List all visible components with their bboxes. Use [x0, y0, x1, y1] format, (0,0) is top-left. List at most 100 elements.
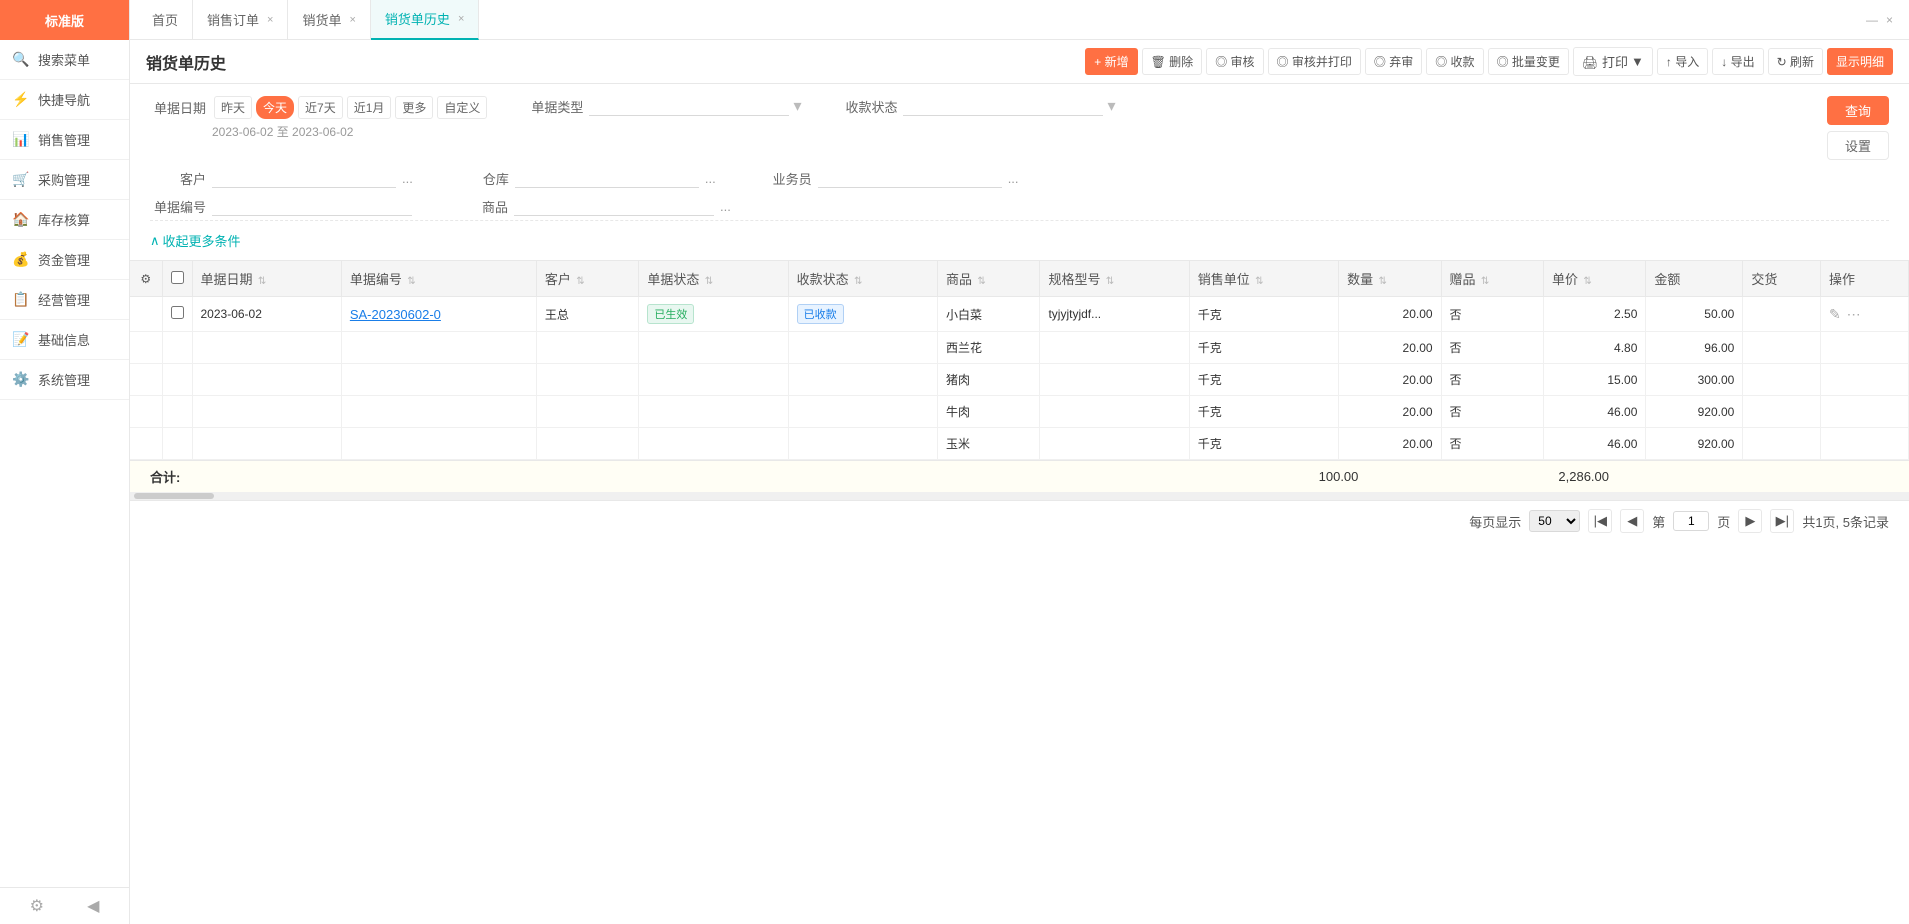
footer-label: 合计:	[150, 467, 230, 486]
table-row: 玉米 千克 20.00 否 46.00 920.00	[130, 428, 1909, 460]
date-more[interactable]: 更多	[395, 96, 433, 119]
tab-home[interactable]: 首页	[138, 0, 193, 40]
cell-check[interactable]	[162, 332, 192, 364]
goods-input[interactable]	[514, 196, 714, 216]
show-detail-button[interactable]: 显示明细	[1827, 48, 1893, 75]
add-button[interactable]: + 新增	[1085, 48, 1137, 75]
cell-date	[192, 396, 341, 428]
th-customer[interactable]: 客户 ⇅	[536, 261, 638, 297]
delete-button[interactable]: 🗑 删除	[1142, 48, 1203, 75]
cell-customer	[536, 396, 638, 428]
page-first-btn[interactable]: |◀	[1588, 509, 1612, 533]
select-all-checkbox[interactable]	[171, 271, 184, 284]
date-7days[interactable]: 近7天	[298, 96, 343, 119]
th-checkbox[interactable]	[162, 261, 192, 297]
page-label: 第	[1652, 512, 1665, 531]
th-gift[interactable]: 赠品 ⇅	[1441, 261, 1543, 297]
goods-dots[interactable]: ...	[720, 199, 731, 214]
audit-print-button[interactable]: ◎ 审核并打印	[1268, 48, 1361, 75]
cell-date: 2023-06-02	[192, 297, 341, 332]
th-sales-unit[interactable]: 销售单位 ⇅	[1189, 261, 1338, 297]
warehouse-input[interactable]	[515, 168, 699, 188]
th-doc-no[interactable]: 单据编号 ⇅	[341, 261, 536, 297]
salesperson-label: 业务员	[756, 169, 812, 188]
customer-dots[interactable]: ...	[402, 171, 413, 186]
per-page-select[interactable]: 50 100 200	[1529, 510, 1580, 532]
close-tab-sales-history[interactable]: ×	[458, 13, 464, 25]
th-goods[interactable]: 商品 ⇅	[938, 261, 1040, 297]
query-button[interactable]: 查询	[1827, 96, 1889, 125]
date-custom[interactable]: 自定义	[437, 96, 487, 119]
doc-no-link[interactable]: SA-20230602-0	[350, 307, 441, 322]
row-checkbox[interactable]	[171, 306, 184, 319]
th-quantity[interactable]: 数量 ⇅	[1339, 261, 1441, 297]
cell-unit-price: 4.80	[1543, 332, 1645, 364]
close-btn[interactable]: ×	[1886, 13, 1893, 27]
tab-sales-goods[interactable]: 销货单 ×	[288, 0, 370, 40]
cell-check[interactable]	[162, 364, 192, 396]
export-button[interactable]: ↓ 导出	[1712, 48, 1763, 75]
sidebar-item-sales-mgmt[interactable]: 📊 销售管理	[0, 120, 129, 160]
settings-button[interactable]: 设置	[1827, 131, 1889, 160]
topbar-right: — ×	[1866, 13, 1901, 27]
cell-trade	[1743, 428, 1821, 460]
salesperson-dots[interactable]: ...	[1008, 171, 1019, 186]
page-next-btn[interactable]: ▶	[1738, 509, 1762, 533]
th-spec[interactable]: 规格型号 ⇅	[1040, 261, 1189, 297]
cell-sales-unit: 千克	[1189, 364, 1338, 396]
date-yesterday[interactable]: 昨天	[214, 96, 252, 119]
sidebar-item-quick-nav[interactable]: ⚡ 快捷导航	[0, 80, 129, 120]
salesperson-input[interactable]	[818, 168, 1002, 188]
cell-check[interactable]	[162, 428, 192, 460]
batch-change-button[interactable]: ◎ 批量变更	[1488, 48, 1569, 75]
more-icon[interactable]: ⋯	[1847, 306, 1861, 323]
cell-spec	[1040, 332, 1189, 364]
customer-input[interactable]	[212, 168, 396, 188]
sidebar-settings-btn[interactable]: ⚙	[30, 896, 44, 916]
import-button[interactable]: ↑ 导入	[1657, 48, 1708, 75]
cell-check[interactable]	[162, 396, 192, 428]
sidebar-item-system[interactable]: ⚙️ 系统管理	[0, 360, 129, 400]
close-tab-sales-order[interactable]: ×	[267, 14, 273, 26]
page-number-input[interactable]	[1673, 511, 1709, 531]
audit-button[interactable]: ◎ 审核	[1206, 48, 1263, 75]
close-tab-sales-goods[interactable]: ×	[349, 14, 355, 26]
cell-settings	[130, 396, 162, 428]
th-collect-status[interactable]: 收款状态 ⇅	[788, 261, 937, 297]
th-unit-price[interactable]: 单价 ⇅	[1543, 261, 1645, 297]
warehouse-dots[interactable]: ...	[705, 171, 716, 186]
sidebar-item-inventory[interactable]: 🏠 库存核算	[0, 200, 129, 240]
cell-unit-price: 15.00	[1543, 364, 1645, 396]
th-date[interactable]: 单据日期 ⇅	[192, 261, 341, 297]
cell-spec	[1040, 364, 1189, 396]
collect-button[interactable]: ◎ 收款	[1426, 48, 1483, 75]
print-button[interactable]: 🖨 打印 ▼	[1573, 47, 1653, 76]
doc-type-input[interactable]	[589, 96, 789, 116]
cell-doc-status	[639, 332, 788, 364]
sidebar-collapse-btn[interactable]: ◀	[87, 896, 99, 916]
tab-sales-history[interactable]: 销货单历史 ×	[371, 0, 479, 40]
abandon-button[interactable]: ◎ 弃审	[1365, 48, 1422, 75]
cell-customer	[536, 364, 638, 396]
sidebar-item-purchase-mgmt[interactable]: 🛒 采购管理	[0, 160, 129, 200]
date-1month[interactable]: 近1月	[347, 96, 392, 119]
sidebar-item-basic-info[interactable]: 📝 基础信息	[0, 320, 129, 360]
doc-no-input[interactable]	[212, 196, 412, 216]
collect-status-input[interactable]	[903, 96, 1103, 116]
minimize-btn[interactable]: —	[1866, 13, 1878, 27]
footer-total-amount: 2,286.00	[1558, 469, 1609, 484]
date-today[interactable]: 今天	[256, 96, 294, 119]
sidebar-item-finance[interactable]: 💰 资金管理	[0, 240, 129, 280]
th-doc-status[interactable]: 单据状态 ⇅	[639, 261, 788, 297]
page-last-btn[interactable]: ▶|	[1770, 509, 1794, 533]
refresh-button[interactable]: ↻ 刷新	[1768, 48, 1823, 75]
cell-action	[1820, 396, 1908, 428]
cell-check[interactable]	[162, 297, 192, 332]
sidebar-item-search-menu[interactable]: 🔍 搜索菜单	[0, 40, 129, 80]
tab-sales-order[interactable]: 销售订单 ×	[193, 0, 288, 40]
edit-icon[interactable]: ✎	[1829, 306, 1841, 323]
collapse-conditions-btn[interactable]: ∧ 收起更多条件	[150, 227, 1889, 254]
th-settings[interactable]: ⚙	[130, 261, 162, 297]
sidebar-item-operations[interactable]: 📋 经营管理	[0, 280, 129, 320]
page-prev-btn[interactable]: ◀	[1620, 509, 1644, 533]
